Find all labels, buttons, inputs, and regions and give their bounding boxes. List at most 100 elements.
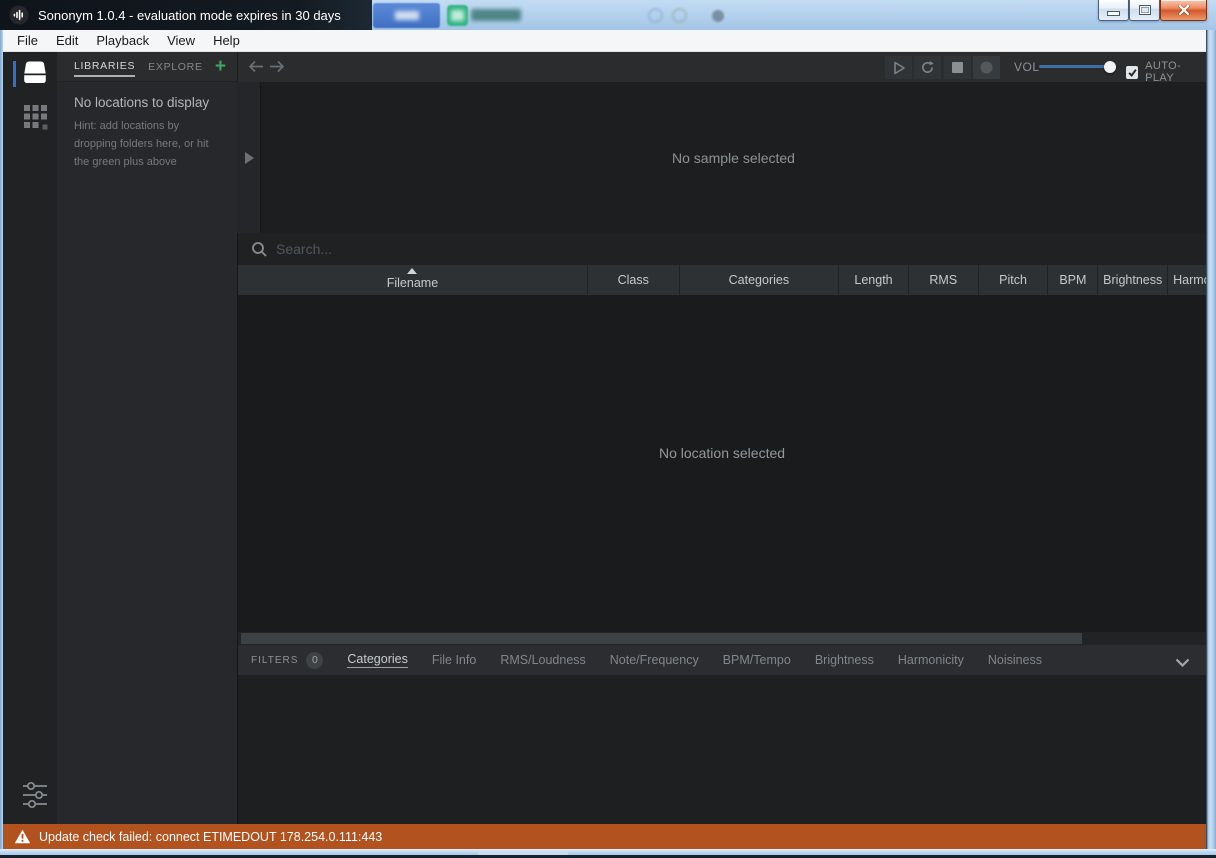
- tab-explore[interactable]: EXPLORE: [148, 58, 203, 76]
- close-button[interactable]: [1160, 0, 1207, 21]
- filter-tab-harmonicity[interactable]: Harmonicity: [898, 653, 964, 668]
- filter-tab-brightness[interactable]: Brightness: [815, 653, 874, 668]
- sliders-icon: [23, 781, 47, 809]
- column-header-bpm[interactable]: BPM: [1047, 265, 1097, 295]
- status-message: Update check failed: connect ETIMEDOUT 1…: [39, 829, 383, 844]
- autoplay-checkbox[interactable]: [1126, 65, 1139, 79]
- panel-divider: [237, 82, 261, 233]
- filter-tab-noisiness[interactable]: Noisiness: [988, 653, 1042, 668]
- background-window-text: [471, 9, 521, 21]
- column-header-rms[interactable]: RMS: [907, 265, 978, 295]
- stop-button[interactable]: [944, 56, 971, 79]
- locations-panel[interactable]: No locations to display Hint: add locati…: [57, 82, 237, 824]
- minimize-button[interactable]: [1098, 0, 1129, 21]
- window-controls: [1098, 0, 1207, 21]
- horizontal-scrollbar-thumb[interactable]: [241, 633, 1082, 644]
- expand-panel-icon[interactable]: [245, 152, 254, 164]
- menu-edit[interactable]: Edit: [47, 30, 87, 52]
- search-bar: [237, 233, 1206, 265]
- add-location-button[interactable]: +: [215, 55, 226, 79]
- sample-empty-text: No sample selected: [672, 149, 795, 166]
- background-window-glyph: [712, 10, 724, 22]
- menu-view[interactable]: View: [158, 30, 204, 52]
- status-bar: Update check failed: connect ETIMEDOUT 1…: [3, 824, 1206, 849]
- volume-label: VOL: [1014, 60, 1040, 74]
- table-empty-text: No location selected: [658, 444, 786, 461]
- column-header-brightness[interactable]: Brightness: [1097, 265, 1167, 295]
- arrow-left-icon: [248, 60, 263, 73]
- menu-playback[interactable]: Playback: [87, 30, 158, 52]
- table-header: Filename Class Categories Length RMS Pit…: [237, 265, 1206, 295]
- background-window-glyph: [648, 8, 663, 23]
- filter-tab-rms-loudness[interactable]: RMS/Loudness: [500, 653, 585, 668]
- filter-detail-panel: [237, 675, 1206, 824]
- stop-icon: [952, 62, 963, 73]
- filter-tab-categories[interactable]: Categories: [347, 652, 408, 668]
- active-tab-indicator: [13, 61, 16, 87]
- app-logo-icon: [9, 5, 29, 25]
- collapse-filters-button[interactable]: [1175, 654, 1190, 672]
- warning-icon: [14, 829, 31, 844]
- background-window-glyph: [672, 8, 687, 23]
- window-border-left: [0, 30, 3, 849]
- minimize-icon: [1108, 11, 1119, 15]
- loop-button[interactable]: [914, 56, 941, 79]
- background-window-icon: [447, 5, 468, 26]
- column-header-class[interactable]: Class: [586, 265, 679, 295]
- arrow-right-icon: [270, 60, 285, 73]
- side-rail: [3, 52, 57, 824]
- column-header-pitch[interactable]: Pitch: [977, 265, 1048, 295]
- play-button[interactable]: [885, 56, 912, 79]
- autoplay-label: AUTO-PLAY: [1145, 60, 1182, 84]
- play-icon: [893, 61, 905, 74]
- sidebar-item-settings[interactable]: [20, 780, 50, 815]
- filter-tab-note-frequency[interactable]: Note/Frequency: [610, 653, 699, 668]
- search-icon: [252, 242, 267, 257]
- tab-libraries[interactable]: LIBRARIES: [74, 57, 136, 77]
- window-titlebar[interactable]: Sononym 1.0.4 - evaluation mode expires …: [0, 0, 1216, 30]
- filters-label: FILTERS: [251, 654, 299, 666]
- menu-help[interactable]: Help: [204, 30, 249, 52]
- sidebar-item-browse[interactable]: [24, 105, 49, 137]
- drive-icon: [24, 61, 46, 83]
- filter-tab-file-info[interactable]: File Info: [432, 653, 476, 668]
- close-icon: [1177, 5, 1190, 15]
- record-icon: [980, 61, 993, 74]
- column-header-filename[interactable]: Filename: [238, 265, 587, 295]
- nav-forward-button[interactable]: [269, 60, 286, 78]
- locations-tab-bar: LIBRARIES EXPLORE +: [57, 52, 237, 82]
- column-header-categories[interactable]: Categories: [678, 265, 839, 295]
- locations-empty-hint: Hint: add locations by dropping folders …: [74, 120, 209, 168]
- results-table-body[interactable]: No location selected: [237, 295, 1207, 645]
- sononym-window: Sononym 1.0.4 - evaluation mode expires …: [0, 0, 1216, 858]
- autoplay-control: AUTO-PLAY: [1126, 60, 1206, 84]
- menu-file[interactable]: File: [8, 30, 47, 52]
- window-title: Sononym 1.0.4 - evaluation mode expires …: [38, 7, 341, 23]
- record-button[interactable]: [973, 56, 1000, 79]
- titlebar-app-section: Sononym 1.0.4 - evaluation mode expires …: [0, 0, 372, 30]
- sample-view: No sample selected: [261, 82, 1206, 233]
- maximize-button[interactable]: [1129, 0, 1160, 21]
- sidebar-item-library[interactable]: [21, 60, 49, 90]
- app-body: LIBRARIES EXPLORE + VOL AUTO-PLAY No loc…: [3, 52, 1207, 824]
- filters-count-badge: 0: [306, 651, 324, 669]
- window-border-right: [1206, 30, 1216, 849]
- chevron-down-icon: [1175, 658, 1190, 668]
- filters-bar: FILTERS 0 Categories File Info RMS/Loudn…: [237, 645, 1206, 675]
- column-header-harmonicity[interactable]: Harmonicity: [1167, 265, 1206, 295]
- main-toolbar: VOL AUTO-PLAY: [237, 52, 1206, 84]
- sort-asc-icon: [407, 268, 418, 274]
- search-input[interactable]: [276, 241, 696, 257]
- filter-tab-bpm-tempo[interactable]: BPM/Tempo: [723, 653, 791, 668]
- nav-back-button[interactable]: [247, 60, 264, 78]
- volume-slider[interactable]: [1039, 65, 1112, 68]
- locations-empty-title: No locations to display: [74, 95, 210, 110]
- column-header-length[interactable]: Length: [838, 265, 908, 295]
- volume-slider-knob[interactable]: [1104, 61, 1116, 73]
- grid-icon: [24, 105, 48, 130]
- check-icon: [1127, 68, 1137, 77]
- menu-bar: File Edit Playback View Help: [3, 30, 1206, 52]
- horizontal-scrollbar[interactable]: [238, 632, 1207, 645]
- loop-icon: [922, 60, 934, 73]
- maximize-icon: [1139, 6, 1150, 14]
